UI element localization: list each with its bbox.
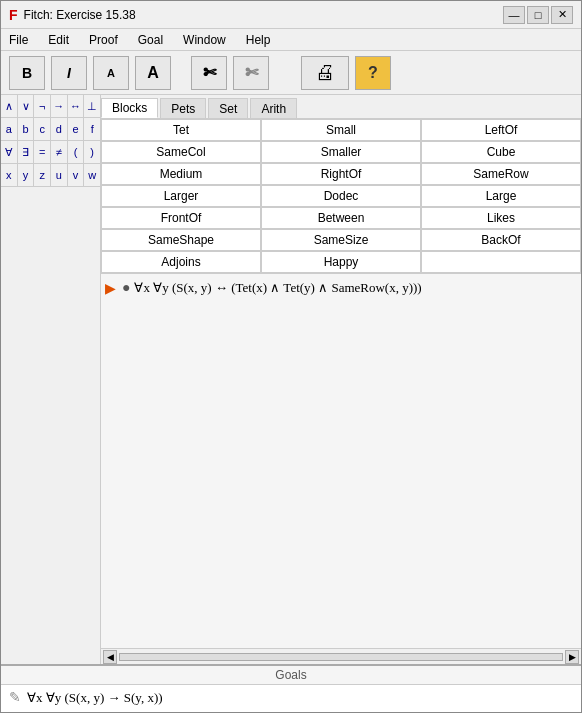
pred-tabs: Blocks Pets Set Arith <box>101 95 581 119</box>
scroll-track[interactable] <box>119 653 563 661</box>
sym-z[interactable]: z <box>34 164 51 186</box>
pred-sameshape[interactable]: SameShape <box>101 229 261 251</box>
pred-samesize[interactable]: SameSize <box>261 229 421 251</box>
pred-backof[interactable]: BackOf <box>421 229 581 251</box>
menu-window[interactable]: Window <box>179 31 230 49</box>
sym-iff[interactable]: ↔ <box>68 95 85 117</box>
scroll-right-arrow[interactable]: ▶ <box>565 650 579 664</box>
symbol-row-3: ∀ ∃ = ≠ ( ) <box>1 141 100 164</box>
italic-button[interactable]: I <box>51 56 87 90</box>
sym-x[interactable]: x <box>1 164 18 186</box>
goals-area: Goals ✎ ∀x ∀y (S(x, y) → S(y, x)) <box>1 664 581 712</box>
middle-section: ∧ ∨ ¬ → ↔ ⊥ a b c d e f ∀ ∃ <box>1 95 581 664</box>
sym-neq[interactable]: ≠ <box>51 141 68 163</box>
sym-f[interactable]: f <box>84 118 100 140</box>
close-button[interactable]: ✕ <box>551 6 573 24</box>
scissors2-button[interactable]: ✄ <box>233 56 269 90</box>
pred-rightof[interactable]: RightOf <box>261 163 421 185</box>
symbol-row-4: x y z u v w <box>1 164 100 187</box>
sym-e[interactable]: e <box>68 118 85 140</box>
menu-bar: File Edit Proof Goal Window Help <box>1 29 581 51</box>
symbol-panel: ∧ ∨ ¬ → ↔ ⊥ a b c d e f ∀ ∃ <box>1 95 101 664</box>
sym-eq[interactable]: = <box>34 141 51 163</box>
app-logo: F <box>9 7 18 23</box>
window-title: Fitch: Exercise 15.38 <box>24 8 136 22</box>
tab-blocks[interactable]: Blocks <box>101 98 158 118</box>
goal-formula: ∀x ∀y (S(x, y) → S(y, x)) <box>27 690 163 706</box>
proof-arrow: ▶ <box>105 280 116 297</box>
content-wrapper: ∧ ∨ ¬ → ↔ ⊥ a b c d e f ∀ ∃ <box>1 95 581 712</box>
sym-implies[interactable]: → <box>51 95 68 117</box>
symbol-row-1: ∧ ∨ ¬ → ↔ ⊥ <box>1 95 100 118</box>
tab-set[interactable]: Set <box>208 98 248 118</box>
pred-adjoins[interactable]: Adjoins <box>101 251 261 273</box>
pred-grid: Tet Small LeftOf SameCol Smaller Cube Me… <box>101 119 581 274</box>
menu-goal[interactable]: Goal <box>134 31 167 49</box>
sym-exists[interactable]: ∃ <box>18 141 35 163</box>
sym-c[interactable]: c <box>34 118 51 140</box>
title-bar-left: F Fitch: Exercise 15.38 <box>9 7 136 23</box>
menu-help[interactable]: Help <box>242 31 275 49</box>
sym-bottom[interactable]: ⊥ <box>84 95 100 117</box>
pred-smaller[interactable]: Smaller <box>261 141 421 163</box>
proof-bullet: ● <box>122 280 130 296</box>
goals-title: Goals <box>1 666 581 685</box>
pred-medium[interactable]: Medium <box>101 163 261 185</box>
sym-u[interactable]: u <box>51 164 68 186</box>
right-section: Blocks Pets Set Arith Tet Small LeftOf S… <box>101 95 581 664</box>
pred-larger[interactable]: Larger <box>101 185 261 207</box>
pred-small[interactable]: Small <box>261 119 421 141</box>
tab-pets[interactable]: Pets <box>160 98 206 118</box>
pred-dodec[interactable]: Dodec <box>261 185 421 207</box>
pred-samerow[interactable]: SameRow <box>421 163 581 185</box>
pred-likes[interactable]: Likes <box>421 207 581 229</box>
sym-v[interactable]: v <box>68 164 85 186</box>
scroll-left-arrow[interactable]: ◀ <box>103 650 117 664</box>
goal-icon: ✎ <box>9 689 21 706</box>
sym-rparen[interactable]: ) <box>84 141 100 163</box>
pred-frontof[interactable]: FrontOf <box>101 207 261 229</box>
symbol-row-2: a b c d e f <box>1 118 100 141</box>
pred-happy[interactable]: Happy <box>261 251 421 273</box>
horizontal-scrollbar[interactable]: ◀ ▶ <box>101 648 581 664</box>
title-controls: — □ ✕ <box>503 6 573 24</box>
scissors-button[interactable]: ✄ <box>191 56 227 90</box>
pred-between[interactable]: Between <box>261 207 421 229</box>
help-button[interactable]: ? <box>355 56 391 90</box>
sym-w[interactable]: w <box>84 164 100 186</box>
sym-not[interactable]: ¬ <box>34 95 51 117</box>
proof-area: ▶ ● ∀x ∀y (S(x, y) ↔ (Tet(x) ∧ Tet(y) ∧ … <box>101 274 581 648</box>
large-a-button[interactable]: A <box>135 56 171 90</box>
sym-b[interactable]: b <box>18 118 35 140</box>
menu-edit[interactable]: Edit <box>44 31 73 49</box>
menu-file[interactable]: File <box>5 31 32 49</box>
sym-lparen[interactable]: ( <box>68 141 85 163</box>
tab-arith[interactable]: Arith <box>250 98 297 118</box>
pred-leftof[interactable]: LeftOf <box>421 119 581 141</box>
proof-formula-1: ∀x ∀y (S(x, y) ↔ (Tet(x) ∧ Tet(y) ∧ Same… <box>134 280 421 296</box>
bold-button[interactable]: B <box>9 56 45 90</box>
sym-y[interactable]: y <box>18 164 35 186</box>
pred-tet[interactable]: Tet <box>101 119 261 141</box>
print-button[interactable]: 🖨 <box>301 56 349 90</box>
title-bar: F Fitch: Exercise 15.38 — □ ✕ <box>1 1 581 29</box>
pred-large[interactable]: Large <box>421 185 581 207</box>
pred-cube[interactable]: Cube <box>421 141 581 163</box>
maximize-button[interactable]: □ <box>527 6 549 24</box>
sym-or[interactable]: ∨ <box>18 95 35 117</box>
minimize-button[interactable]: — <box>503 6 525 24</box>
menu-proof[interactable]: Proof <box>85 31 122 49</box>
toolbar: B I A A ✄ ✄ 🖨 ? <box>1 51 581 95</box>
pred-empty <box>421 251 581 273</box>
sym-a[interactable]: a <box>1 118 18 140</box>
sym-forall[interactable]: ∀ <box>1 141 18 163</box>
sym-and[interactable]: ∧ <box>1 95 18 117</box>
proof-line-1: ▶ ● ∀x ∀y (S(x, y) ↔ (Tet(x) ∧ Tet(y) ∧ … <box>101 274 581 302</box>
sym-d[interactable]: d <box>51 118 68 140</box>
pred-samecol[interactable]: SameCol <box>101 141 261 163</box>
small-a-button[interactable]: A <box>93 56 129 90</box>
goals-content: ✎ ∀x ∀y (S(x, y) → S(y, x)) <box>1 685 581 710</box>
